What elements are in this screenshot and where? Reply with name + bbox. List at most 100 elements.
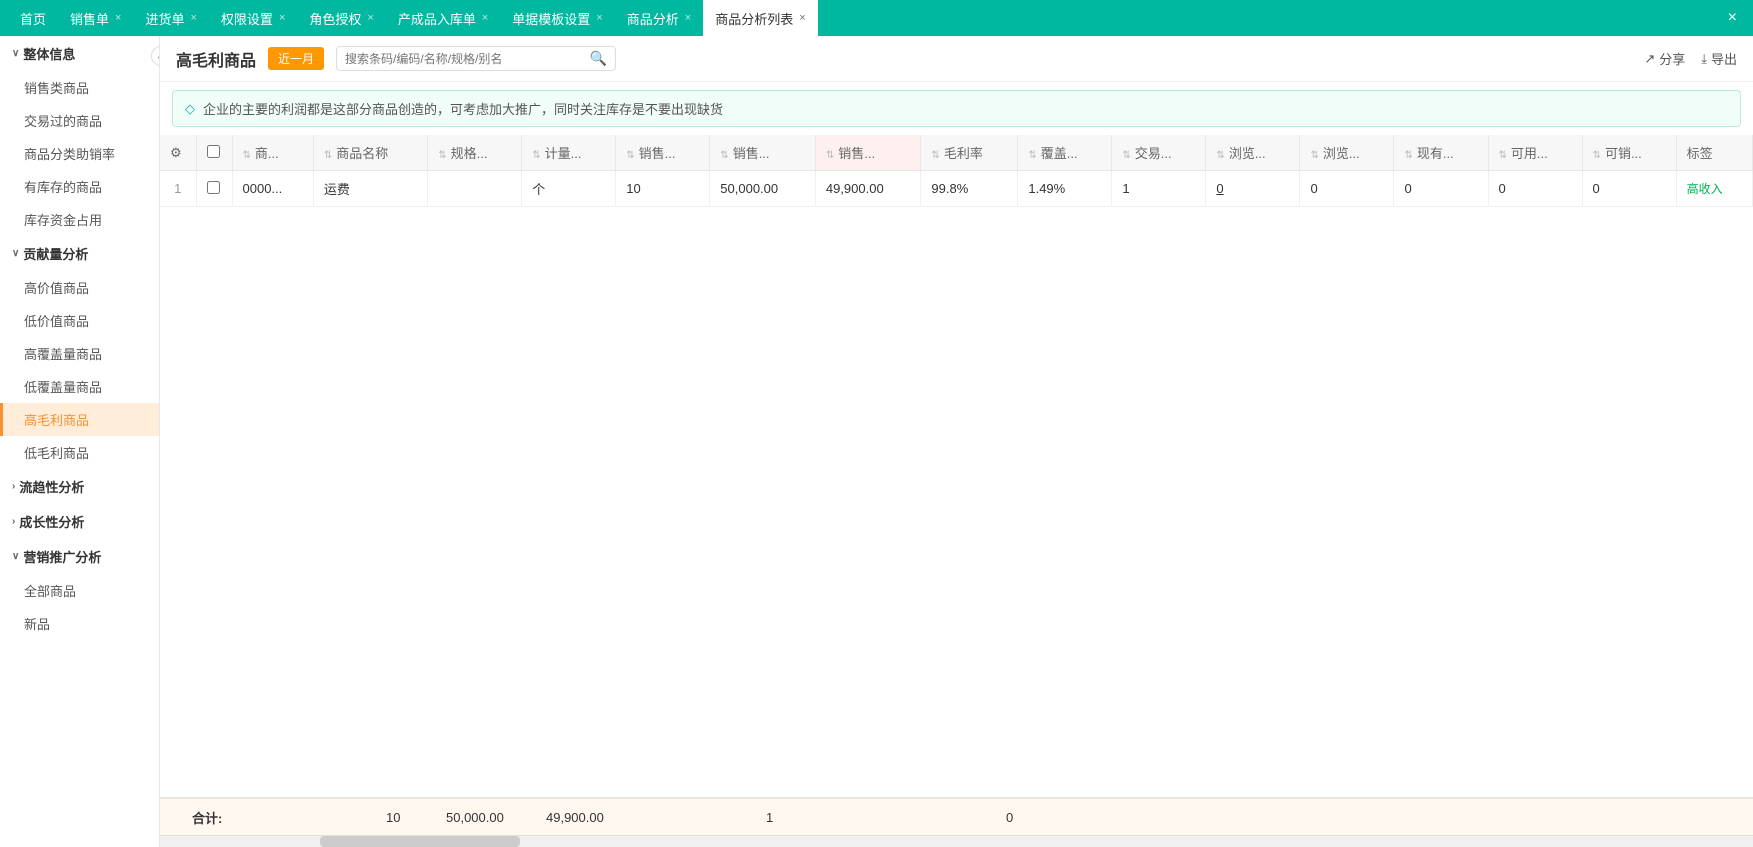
export-button[interactable]: ⤓ 导出 <box>1701 49 1737 68</box>
row-number: 1 <box>160 171 196 207</box>
col-gross-rate[interactable]: ⇅毛利率 <box>921 135 1018 171</box>
col-tag[interactable]: 标签 <box>1676 135 1752 171</box>
footer-views <box>816 810 876 825</box>
content-header: 高毛利商品 近一月 🔍 ↗ 分享 ⤓ 导出 <box>160 36 1753 82</box>
nav-permissions[interactable]: 权限设置 × <box>209 0 297 36</box>
sidebar-item-category-sales-rate[interactable]: 商品分类助销率 <box>0 137 159 170</box>
share-icon: ↗ <box>1644 51 1655 67</box>
nav-production-inbound[interactable]: 产成品入库单 × <box>386 0 500 36</box>
search-icon[interactable]: 🔍 <box>590 50 607 67</box>
row-tag: 高收入 <box>1676 171 1752 207</box>
nav-sales-order[interactable]: 销售单 × <box>58 0 133 36</box>
flow-analysis-arrow-icon: › <box>12 481 15 492</box>
sidebar-group-flow-analysis[interactable]: › 流趋性分析 <box>0 469 159 504</box>
sidebar: « ∨ 整体信息 销售类商品 交易过的商品 商品分类助销率 有库存的商品 库存资… <box>0 36 160 847</box>
col-checkbox[interactable] <box>196 135 232 171</box>
col-sales-profit[interactable]: ⇅销售... <box>815 135 921 171</box>
row-unit: 个 <box>522 171 616 207</box>
row-spec <box>428 171 522 207</box>
col-transactions[interactable]: ⇅交易... <box>1112 135 1206 171</box>
col-views1[interactable]: ⇅浏览... <box>1206 135 1300 171</box>
col-unit[interactable]: ⇅计量... <box>522 135 616 171</box>
close-template-settings-icon[interactable]: × <box>596 12 602 24</box>
sidebar-item-high-coverage[interactable]: 高覆盖量商品 <box>0 337 159 370</box>
footer-available: 0 <box>996 810 1056 825</box>
col-available[interactable]: ⇅可用... <box>1488 135 1582 171</box>
sidebar-group-growth-analysis[interactable]: › 成长性分析 <box>0 504 159 539</box>
sidebar-item-sales-products[interactable]: 销售类商品 <box>0 71 159 104</box>
col-current-stock[interactable]: ⇅现有... <box>1394 135 1488 171</box>
sidebar-item-all-products[interactable]: 全部商品 <box>0 574 159 607</box>
nav-purchase-order[interactable]: 进货单 × <box>133 0 208 36</box>
page-title: 高毛利商品 <box>176 47 256 71</box>
table-container: ⚙ ⇅商... ⇅商品名称 ⇅规格... ⇅计量... ⇅销售... ⇅销售..… <box>160 135 1753 797</box>
col-sales-amt[interactable]: ⇅销售... <box>710 135 816 171</box>
row-name: 运费 <box>313 171 427 207</box>
header-actions: ↗ 分享 ⤓ 导出 <box>1644 49 1737 68</box>
footer-transactions: 1 <box>756 810 816 825</box>
row-coverage: 1.49% <box>1018 171 1112 207</box>
sidebar-item-stock-capital[interactable]: 库存资金占用 <box>0 203 159 236</box>
col-settings[interactable]: ⚙ <box>160 135 196 171</box>
sidebar-item-high-value[interactable]: 高价值商品 <box>0 271 159 304</box>
main-area: « ∨ 整体信息 销售类商品 交易过的商品 商品分类助销率 有库存的商品 库存资… <box>0 36 1753 847</box>
sidebar-group-overall-info[interactable]: ∨ 整体信息 <box>0 36 159 71</box>
info-banner: ◇ 企业的主要的利润都是这部分商品创造的，可考虑加大推广，同时关注库存是不要出现… <box>172 90 1741 127</box>
row-views2: 0 <box>1300 171 1394 207</box>
growth-analysis-arrow-icon: › <box>12 516 15 527</box>
close-sales-order-icon[interactable]: × <box>115 12 121 24</box>
time-filter-button[interactable]: 近一月 <box>268 47 324 70</box>
row-views1[interactable]: 0 <box>1206 171 1300 207</box>
search-input[interactable] <box>345 52 584 66</box>
marketing-analysis-arrow-icon: ∨ <box>12 551 19 562</box>
top-navigation: 首页 销售单 × 进货单 × 权限设置 × 角色授权 × 产成品入库单 × 单据… <box>0 0 1753 36</box>
sidebar-item-low-value[interactable]: 低价值商品 <box>0 304 159 337</box>
scrollbar-thumb[interactable] <box>320 836 520 847</box>
sidebar-group-marketing-analysis[interactable]: ∨ 营销推广分析 <box>0 539 159 574</box>
col-spec[interactable]: ⇅规格... <box>428 135 522 171</box>
table-header-row: ⚙ ⇅商... ⇅商品名称 ⇅规格... ⇅计量... ⇅销售... ⇅销售..… <box>160 135 1753 171</box>
col-code[interactable]: ⇅商... <box>232 135 313 171</box>
col-name[interactable]: ⇅商品名称 <box>313 135 427 171</box>
close-production-inbound-icon[interactable]: × <box>482 12 488 24</box>
footer-total-cells: 10 50,000.00 49,900.00 1 0 <box>376 810 1737 825</box>
col-sales-qty[interactable]: ⇅销售... <box>616 135 710 171</box>
nav-product-analysis[interactable]: 商品分析 × <box>615 0 703 36</box>
nav-product-analysis-list[interactable]: 商品分析列表 × <box>703 0 817 36</box>
sidebar-group-contribution-analysis[interactable]: ∨ 贡献量分析 <box>0 236 159 271</box>
row-checkbox[interactable] <box>207 181 220 194</box>
row-checkbox-cell[interactable] <box>196 171 232 207</box>
close-purchase-order-icon[interactable]: × <box>190 12 196 24</box>
select-all-checkbox[interactable] <box>207 145 220 158</box>
footer-coverage <box>696 810 756 825</box>
close-product-analysis-icon[interactable]: × <box>685 12 691 24</box>
share-button[interactable]: ↗ 分享 <box>1644 49 1685 68</box>
sidebar-item-in-stock-products[interactable]: 有库存的商品 <box>0 170 159 203</box>
sidebar-item-low-margin[interactable]: 低毛利商品 <box>0 436 159 469</box>
row-sales-qty: 10 <box>616 171 710 207</box>
footer-total: 合计: 10 50,000.00 49,900.00 1 0 <box>160 797 1753 835</box>
search-box: 🔍 <box>336 46 616 71</box>
close-permissions-icon[interactable]: × <box>279 12 285 24</box>
sidebar-item-high-margin[interactable]: 高毛利商品 <box>0 403 159 436</box>
sidebar-item-low-coverage[interactable]: 低覆盖量商品 <box>0 370 159 403</box>
footer-sales-profit: 49,900.00 <box>536 810 636 825</box>
info-text: 企业的主要的利润都是这部分商品创造的，可考虑加大推广，同时关注库存是不要出现缺货 <box>203 99 723 118</box>
nav-template-settings[interactable]: 单据模板设置 × <box>500 0 614 36</box>
table-row: 1 0000... 运费 个 10 50,000.00 49,900.00 99… <box>160 171 1753 207</box>
col-saleable[interactable]: ⇅可销... <box>1582 135 1676 171</box>
nav-role-auth[interactable]: 角色授权 × <box>297 0 385 36</box>
close-role-auth-icon[interactable]: × <box>367 12 373 24</box>
sidebar-item-traded-products[interactable]: 交易过的商品 <box>0 104 159 137</box>
row-gross-rate: 99.8% <box>921 171 1018 207</box>
close-product-analysis-list-icon[interactable]: × <box>799 12 805 24</box>
col-views2[interactable]: ⇅浏览... <box>1300 135 1394 171</box>
col-coverage[interactable]: ⇅覆盖... <box>1018 135 1112 171</box>
sidebar-item-new-products[interactable]: 新品 <box>0 607 159 640</box>
row-available: 0 <box>1488 171 1582 207</box>
footer-saleable <box>1056 810 1116 825</box>
horizontal-scrollbar[interactable] <box>160 835 1753 847</box>
nav-home[interactable]: 首页 <box>8 0 58 36</box>
window-close-button[interactable]: × <box>1720 9 1745 27</box>
overall-info-arrow-icon: ∨ <box>12 48 19 59</box>
